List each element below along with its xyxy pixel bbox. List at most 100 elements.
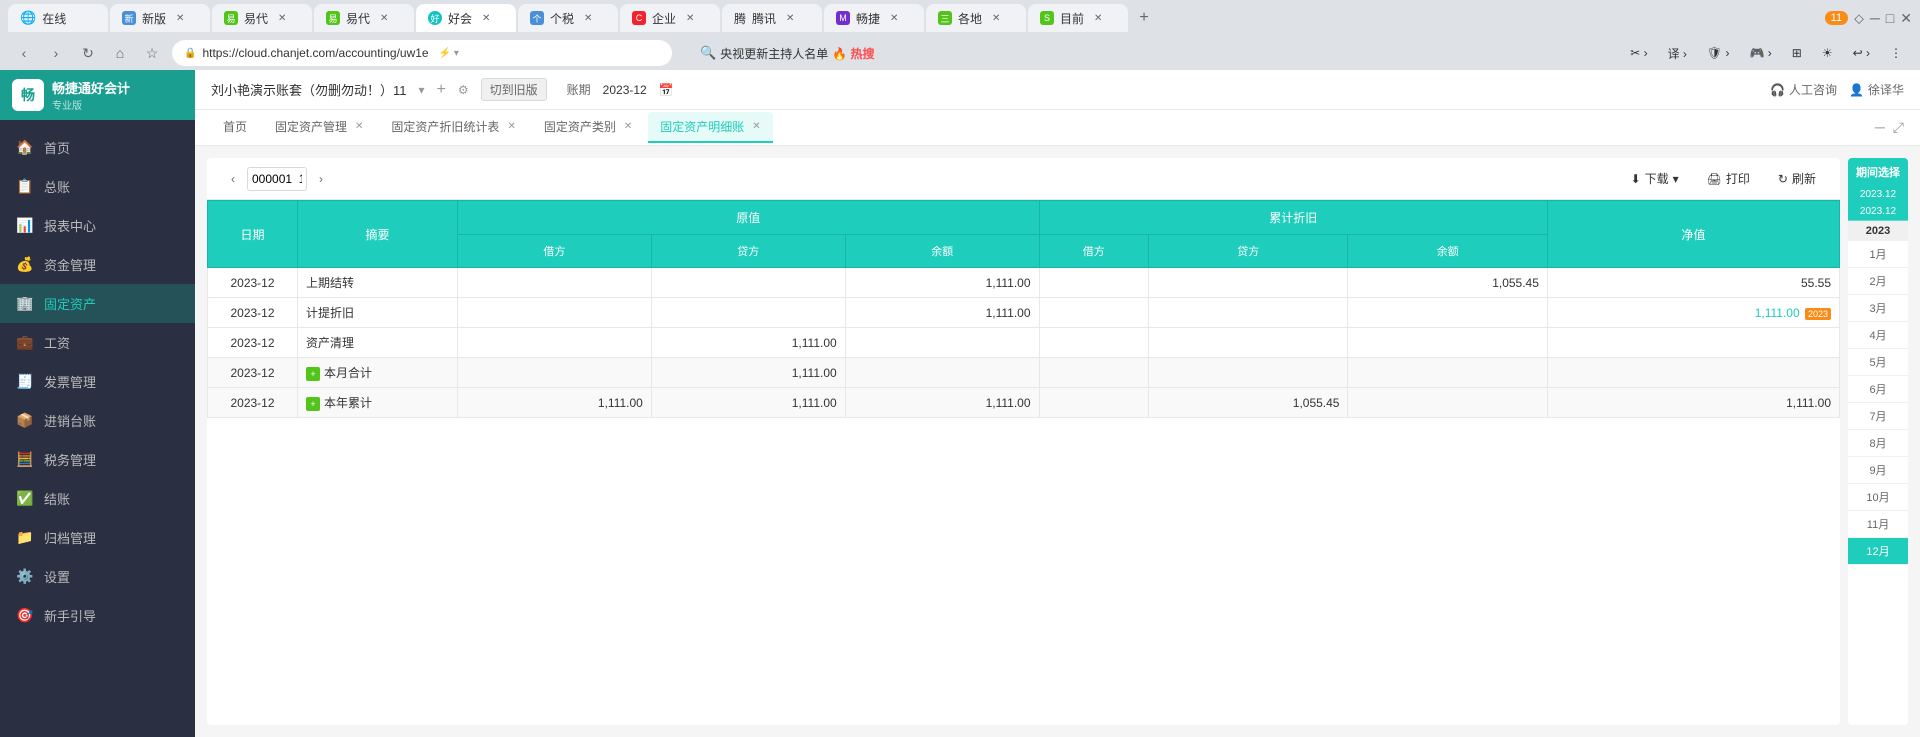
cell-orig-balance <box>845 358 1039 388</box>
maximize-btn[interactable]: □ <box>1886 10 1894 26</box>
add-account-button[interactable]: + <box>437 81 446 99</box>
sidebar-item-closing[interactable]: ✅ 结账 <box>0 479 195 518</box>
browser-tab-tencent[interactable]: 腾 腾讯 ✕ <box>722 4 822 32</box>
sidebar-item-settings[interactable]: ⚙️ 设置 <box>0 557 195 596</box>
sidebar-item-archive[interactable]: 📁 归档管理 <box>0 518 195 557</box>
hot-search-label[interactable]: 🔥 热搜 <box>832 45 874 62</box>
period-month-10[interactable]: 10月 <box>1848 484 1908 511</box>
tab-close-icon[interactable]: ✕ <box>786 13 794 24</box>
support-button[interactable]: 🎧 人工咨询 <box>1770 81 1837 98</box>
refresh-button[interactable]: ↻ 刷新 <box>1770 166 1824 191</box>
close-btn[interactable]: ✕ <box>1900 10 1912 27</box>
tab-close-icon[interactable]: ✕ <box>686 13 694 24</box>
undo-btn[interactable]: ↩ › <box>1847 44 1876 62</box>
tab-depreciation-stats[interactable]: 固定资产折旧统计表 ✕ <box>379 112 527 143</box>
tab-fixed-asset-management[interactable]: 固定资产管理 ✕ <box>263 112 375 143</box>
period-selected-start[interactable]: 2023.12 <box>1848 186 1908 203</box>
period-month-12[interactable]: 12月 <box>1848 538 1908 565</box>
tab-asset-detail[interactable]: 固定资产明细账 ✕ <box>648 112 772 143</box>
back-button[interactable]: ‹ <box>12 41 36 65</box>
sidebar-item-funds[interactable]: 💰 资金管理 <box>0 245 195 284</box>
user-button[interactable]: 👤 徐译华 <box>1849 81 1904 98</box>
minimize-btn[interactable]: ─ <box>1870 10 1880 26</box>
archive-icon: 📁 <box>16 529 34 547</box>
brightness-btn[interactable]: ☀ <box>1816 44 1839 62</box>
period-month-5[interactable]: 5月 <box>1848 349 1908 376</box>
sidebar-item-sales-ledger[interactable]: 📦 进销台账 <box>0 401 195 440</box>
tab-home[interactable]: 首页 <box>211 112 259 143</box>
tab-asset-category[interactable]: 固定资产类别 ✕ <box>532 112 644 143</box>
tab-depreciation-stats-close[interactable]: ✕ <box>507 121 515 132</box>
tab-close-icon[interactable]: ✕ <box>584 13 592 24</box>
browser-tab-muqian[interactable]: S 目前 ✕ <box>1028 4 1128 32</box>
grid-btn[interactable]: ⊞ <box>1786 44 1808 62</box>
tab-close-icon[interactable]: ✕ <box>1094 13 1102 24</box>
calendar-icon[interactable]: 📅 <box>659 83 674 97</box>
translate-btn[interactable]: 译 › <box>1662 43 1693 64</box>
period-month-9[interactable]: 9月 <box>1848 457 1908 484</box>
browser-tab-changjie[interactable]: M 畅捷 ✕ <box>824 4 924 32</box>
sidebar-item-tax[interactable]: 🧮 税务管理 <box>0 440 195 479</box>
download-button[interactable]: ⬇ 下载 ▾ <box>1623 166 1687 191</box>
browser-tab-yidai-2[interactable]: 易 易代 ✕ <box>314 4 414 32</box>
settings-gear-icon[interactable]: ⚙ <box>458 83 469 97</box>
next-page-button[interactable]: › <box>311 169 331 189</box>
sidebar-item-invoices[interactable]: 🧾 发票管理 <box>0 362 195 401</box>
period-month-6[interactable]: 6月 <box>1848 376 1908 403</box>
tab-bar-minimize-icon[interactable]: ─ <box>1875 119 1885 136</box>
bookmark-button[interactable]: ☆ <box>140 41 164 65</box>
tab-asset-detail-close[interactable]: ✕ <box>752 121 760 132</box>
more-btn[interactable]: ⋮ <box>1884 44 1908 62</box>
tab-close-icon[interactable]: ✕ <box>278 13 286 24</box>
address-input[interactable]: 🔒 https://cloud.chanjet.com/accounting/u… <box>172 40 672 66</box>
browser-tab-gedi[interactable]: 三 各地 ✕ <box>926 4 1026 32</box>
tab-asset-category-close[interactable]: ✕ <box>624 121 632 132</box>
tab-fixed-asset-management-close[interactable]: ✕ <box>355 121 363 132</box>
browser-tab-new[interactable]: 新 新版 ✕ <box>110 4 210 32</box>
period-month-1[interactable]: 1月 <box>1848 241 1908 268</box>
sidebar-item-reports[interactable]: 📊 报表中心 <box>0 206 195 245</box>
cell-accum-debit <box>1039 268 1149 298</box>
cell-summary: 计提折旧 <box>298 298 458 328</box>
refresh-button[interactable]: ↻ <box>76 41 100 65</box>
sidebar-item-fixed-assets[interactable]: 🏢 固定资产 <box>0 284 195 323</box>
sidebar-item-ledger[interactable]: 📋 总账 <box>0 167 195 206</box>
tab-close-icon[interactable]: ✕ <box>176 13 184 24</box>
sidebar-item-guide[interactable]: 🎯 新手引导 <box>0 596 195 635</box>
period-month-3[interactable]: 3月 <box>1848 295 1908 322</box>
tab-close-icon[interactable]: ✕ <box>482 13 490 24</box>
browser-tab-yidai-1[interactable]: 易 易代 ✕ <box>212 4 312 32</box>
period-month-11[interactable]: 11月 <box>1848 511 1908 538</box>
period-selected-end[interactable]: 2023.12 <box>1848 203 1908 221</box>
browser-tab-online[interactable]: 🌐 在线 <box>8 4 108 32</box>
tab-bar-expand-icon[interactable]: ⤢ <box>1893 119 1904 136</box>
yidai2-icon: 易 <box>326 11 340 25</box>
sidebar-item-payroll[interactable]: 💼 工资 <box>0 323 195 362</box>
sidebar-item-home[interactable]: 🏠 首页 <box>0 128 195 167</box>
notification-badge[interactable]: 11 <box>1825 11 1848 25</box>
print-button[interactable]: 🖨 打印 <box>1699 166 1758 191</box>
period-month-2[interactable]: 2月 <box>1848 268 1908 295</box>
tab-close-icon[interactable]: ✕ <box>380 13 388 24</box>
period-month-8[interactable]: 8月 <box>1848 430 1908 457</box>
tab-manager-icon[interactable]: ⬦ <box>1854 10 1864 27</box>
new-tab-button[interactable]: + <box>1130 4 1158 32</box>
browser-tab-qiye[interactable]: C 企业 ✕ <box>620 4 720 32</box>
tab-close-icon[interactable]: ✕ <box>890 13 898 24</box>
page-number-input[interactable] <box>247 167 307 191</box>
period-month-7[interactable]: 7月 <box>1848 403 1908 430</box>
switch-version-button[interactable]: 切到旧版 <box>481 78 547 101</box>
search-placeholder[interactable]: 央视更新主持人名单 <box>720 45 828 62</box>
home-button[interactable]: ⌂ <box>108 41 132 65</box>
period-month-4[interactable]: 4月 <box>1848 322 1908 349</box>
cut-tool-btn[interactable]: ✂ › <box>1624 44 1653 62</box>
game-btn[interactable]: 🎮 › <box>1744 44 1778 62</box>
company-dropdown-icon[interactable]: ▾ <box>419 83 425 97</box>
content-toolbar: ‹ › ⬇ 下载 ▾ 🖨 打印 <box>207 158 1840 200</box>
tab-close-icon[interactable]: ✕ <box>992 13 1000 24</box>
prev-page-button[interactable]: ‹ <box>223 169 243 189</box>
browser-tab-haokuai[interactable]: 好 好会 ✕ <box>416 4 516 32</box>
browser-tab-geshuei[interactable]: 个 个税 ✕ <box>518 4 618 32</box>
forward-button[interactable]: › <box>44 41 68 65</box>
shield-btn[interactable]: 🛡 › <box>1701 44 1736 62</box>
